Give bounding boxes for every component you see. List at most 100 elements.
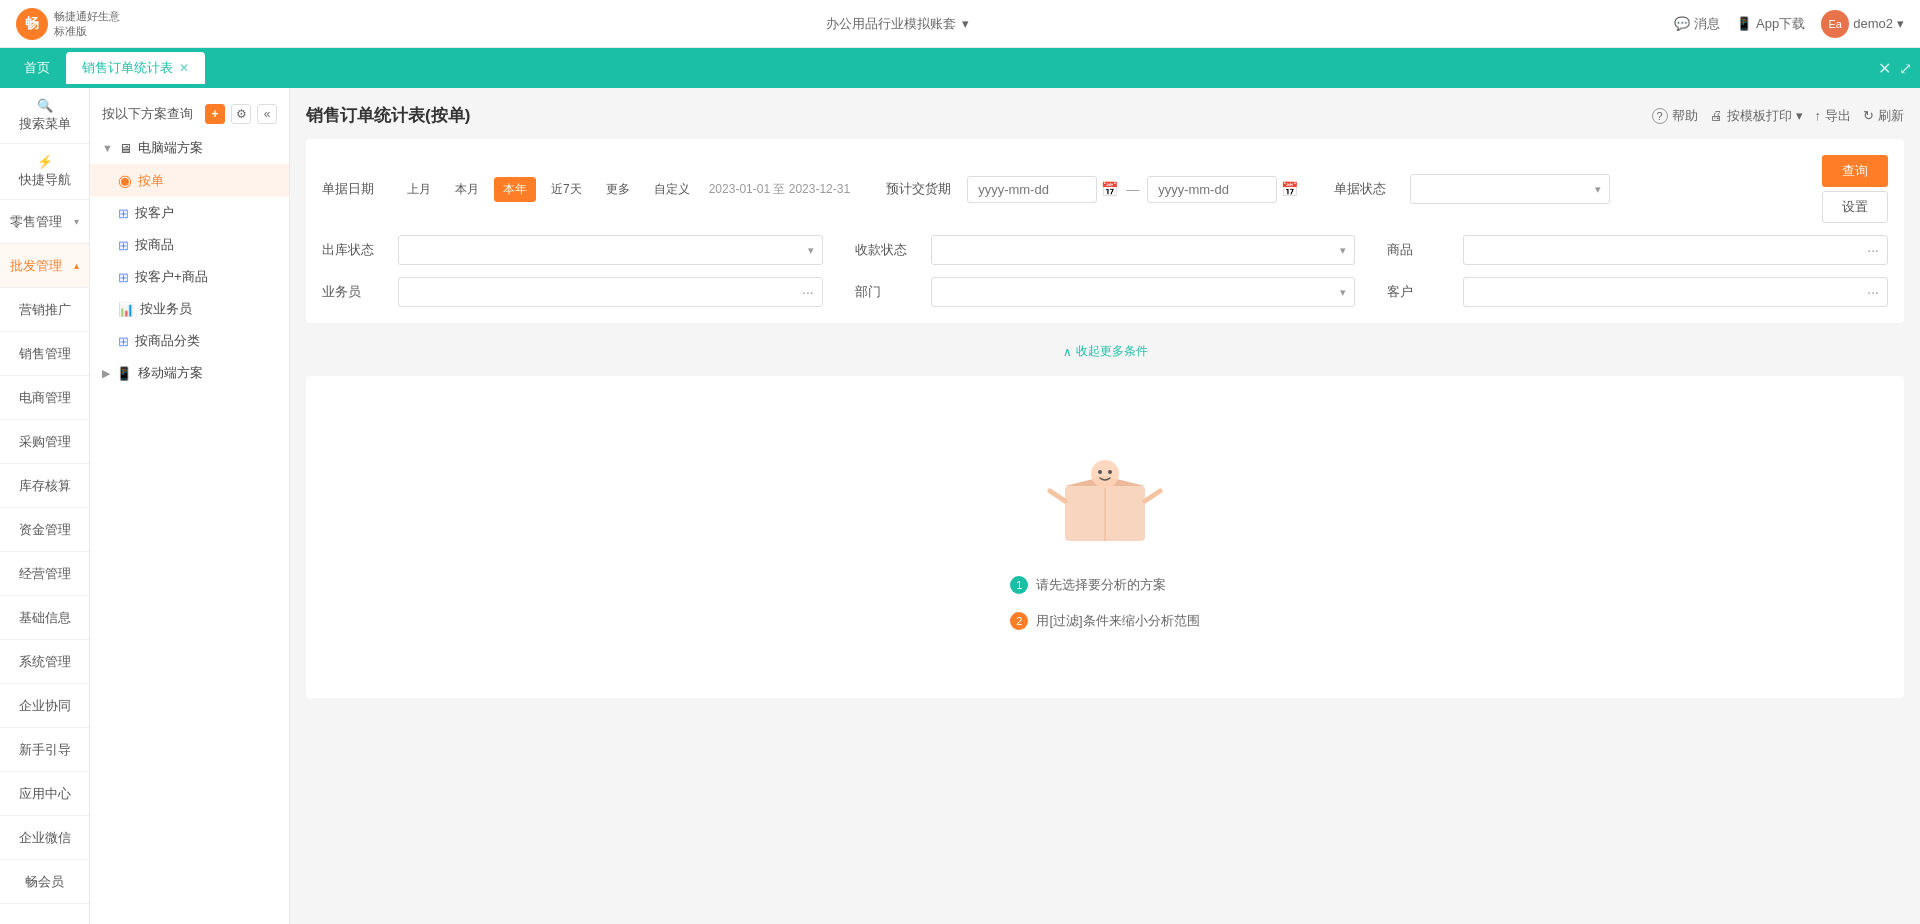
left-panel-actions: + ⚙ « — [205, 104, 277, 124]
left-panel: 按以下方案查询 + ⚙ « ▼ 🖥 电脑端方案 ◉ 按单 ⊞ 按客户 — [90, 88, 290, 924]
status-dropdown-arrow: ▾ — [1595, 183, 1601, 196]
tree-item-by-product[interactable]: ⊞ 按商品 — [90, 229, 289, 261]
empty-step-2: 2 用[过滤]条件来缩小分析范围 — [1010, 612, 1199, 630]
shortcut-this-month[interactable]: 本月 — [446, 177, 488, 202]
tabbar: 首页 销售订单统计表 ✕ ✕ ⤢ — [0, 48, 1920, 88]
tree-item-by-customer[interactable]: ⊞ 按客户 — [90, 197, 289, 229]
username: demo2 — [1853, 16, 1893, 31]
by-product-label: 按商品 — [135, 236, 174, 254]
sidebar-item-enterprise[interactable]: 企业协同 — [0, 684, 89, 728]
svg-point-3 — [1098, 470, 1102, 474]
template-print-btn[interactable]: 🖨 按模板打印 ▾ — [1710, 107, 1803, 125]
sidebar-item-wholesale[interactable]: 批发管理 ▴ — [0, 244, 89, 288]
step-num-1: 1 — [1010, 576, 1028, 594]
sidebar-item-appcenter[interactable]: 应用中心 — [0, 772, 89, 816]
shortcut-this-year[interactable]: 本年 — [494, 177, 536, 202]
sidebar-item-search[interactable]: 🔍 搜索菜单 — [0, 88, 89, 144]
refresh-btn[interactable]: ↻ 刷新 — [1863, 107, 1904, 125]
tree-item-by-salesperson[interactable]: 📊 按业务员 — [90, 293, 289, 325]
tree-item-by-order[interactable]: ◉ 按单 — [90, 164, 289, 197]
customer-select[interactable]: ··· — [1463, 277, 1888, 307]
topbar-center[interactable]: 办公用品行业模拟账套 ▾ — [826, 15, 969, 33]
by-order-icon: ◉ — [118, 171, 132, 190]
settings-btn[interactable]: 设置 — [1822, 191, 1888, 223]
window-minimize-btn[interactable]: ✕ — [1878, 59, 1891, 78]
sidebar-item-member[interactable]: 畅会员 — [0, 860, 89, 904]
by-customer-label: 按客户 — [135, 204, 174, 222]
svg-point-2 — [1091, 460, 1119, 488]
tree-mobile-label: 移动端方案 — [138, 364, 203, 382]
tab-sales-stats[interactable]: 销售订单统计表 ✕ — [66, 52, 205, 84]
by-category-label: 按商品分类 — [135, 332, 200, 350]
tree-item-pc[interactable]: ▼ 🖥 电脑端方案 — [90, 132, 289, 164]
payment-select[interactable]: ▾ — [931, 235, 1356, 265]
sidebar-item-operations[interactable]: 经营管理 — [0, 552, 89, 596]
tree-item-mobile[interactable]: ▶ 📱 移动端方案 — [90, 357, 289, 389]
salesperson-dots[interactable]: ··· — [802, 284, 814, 300]
settings-scheme-btn[interactable]: ⚙ — [231, 104, 251, 124]
filter-card: 单据日期 上月 本月 本年 近7天 更多 自定义 2023-01-01 至 20… — [306, 139, 1904, 323]
search-icon: 🔍 — [37, 98, 53, 113]
add-scheme-btn[interactable]: + — [205, 104, 225, 124]
collapse-bar[interactable]: ∧ 收起更多条件 — [306, 335, 1904, 368]
sidebar-item-purchase[interactable]: 采购管理 — [0, 420, 89, 464]
sidebar-item-system[interactable]: 系统管理 — [0, 640, 89, 684]
logo-area: 畅 畅捷通好生意 标准版 — [16, 8, 120, 40]
export-btn[interactable]: ↑ 导出 — [1815, 107, 1852, 125]
sidebar-item-inventory[interactable]: 库存核算 — [0, 464, 89, 508]
svg-point-4 — [1108, 470, 1112, 474]
collapse-panel-btn[interactable]: « — [257, 104, 277, 124]
sidebar-item-quick-nav[interactable]: ⚡ 快捷导航 — [0, 144, 89, 200]
dept-label: 部门 — [855, 283, 915, 301]
sidebar-item-marketing[interactable]: 营销推广 — [0, 288, 89, 332]
sidebar-item-wechat[interactable]: 企业微信 — [0, 816, 89, 860]
shipment-select[interactable]: ▾ — [398, 235, 823, 265]
print-dropdown-arrow: ▾ — [1796, 108, 1803, 123]
by-product-icon: ⊞ — [118, 238, 129, 253]
quick-nav-icon: ⚡ — [37, 154, 53, 169]
customer-dots[interactable]: ··· — [1867, 284, 1879, 300]
product-select[interactable]: ··· — [1463, 235, 1888, 265]
sidebar-item-ecommerce[interactable]: 电商管理 — [0, 376, 89, 420]
dept-select[interactable]: ▾ — [931, 277, 1356, 307]
sidebar-item-sales[interactable]: 销售管理 — [0, 332, 89, 376]
shortcut-last-7[interactable]: 近7天 — [542, 177, 591, 202]
date-end-input[interactable] — [1147, 176, 1277, 203]
date-start-input[interactable] — [967, 176, 1097, 203]
tab-home[interactable]: 首页 — [8, 52, 66, 84]
content-area: 按以下方案查询 + ⚙ « ▼ 🖥 电脑端方案 ◉ 按单 ⊞ 按客户 — [90, 88, 1920, 924]
salesperson-label: 业务员 — [322, 283, 382, 301]
sidebar-item-retail[interactable]: 零售管理 ▾ — [0, 200, 89, 244]
empty-svg — [1035, 436, 1175, 556]
page-actions: ? 帮助 🖨 按模板打印 ▾ ↑ 导出 ↻ 刷新 — [1652, 107, 1905, 125]
window-maximize-btn[interactable]: ⤢ — [1899, 59, 1912, 78]
user-area[interactable]: Ea demo2 ▾ — [1821, 10, 1904, 38]
page-header: 销售订单统计表(按单) ? 帮助 🖨 按模板打印 ▾ ↑ 导出 — [306, 104, 1904, 127]
message-btn[interactable]: 💬 消息 — [1674, 15, 1720, 33]
user-dropdown-arrow: ▾ — [1897, 16, 1904, 31]
by-customer-icon: ⊞ — [118, 206, 129, 221]
shortcut-last-month[interactable]: 上月 — [398, 177, 440, 202]
shortcut-custom[interactable]: 自定义 — [645, 177, 699, 202]
refresh-icon: ↻ — [1863, 108, 1874, 123]
shortcut-more[interactable]: 更多 — [597, 177, 639, 202]
sidebar-item-newbie[interactable]: 新手引导 — [0, 728, 89, 772]
by-salesperson-label: 按业务员 — [140, 300, 192, 318]
date-shortcuts: 上月 本月 本年 近7天 更多 自定义 2023-01-01 至 2023-12… — [398, 177, 850, 202]
salesperson-select[interactable]: ··· — [398, 277, 823, 307]
tree-item-by-category[interactable]: ⊞ 按商品分类 — [90, 325, 289, 357]
cal-icon-start: 📅 — [1101, 181, 1118, 197]
status-select[interactable]: ▾ — [1410, 174, 1610, 204]
company-dropdown-arrow[interactable]: ▾ — [962, 16, 969, 31]
filter-row-1: 单据日期 上月 本月 本年 近7天 更多 自定义 2023-01-01 至 20… — [322, 155, 1888, 223]
cal-icon-end: 📅 — [1281, 181, 1298, 197]
help-btn[interactable]: ? 帮助 — [1652, 107, 1698, 125]
empty-steps: 1 请先选择要分析的方案 2 用[过滤]条件来缩小分析范围 — [1010, 576, 1199, 638]
query-btn[interactable]: 查询 — [1822, 155, 1888, 187]
tab-close-icon[interactable]: ✕ — [179, 61, 189, 75]
tree-item-by-cust-prod[interactable]: ⊞ 按客户+商品 — [90, 261, 289, 293]
sidebar-item-finance[interactable]: 资金管理 — [0, 508, 89, 552]
sidebar-item-basic[interactable]: 基础信息 — [0, 596, 89, 640]
app-download-btn[interactable]: 📱 App下载 — [1736, 15, 1805, 33]
product-dots[interactable]: ··· — [1867, 242, 1879, 258]
